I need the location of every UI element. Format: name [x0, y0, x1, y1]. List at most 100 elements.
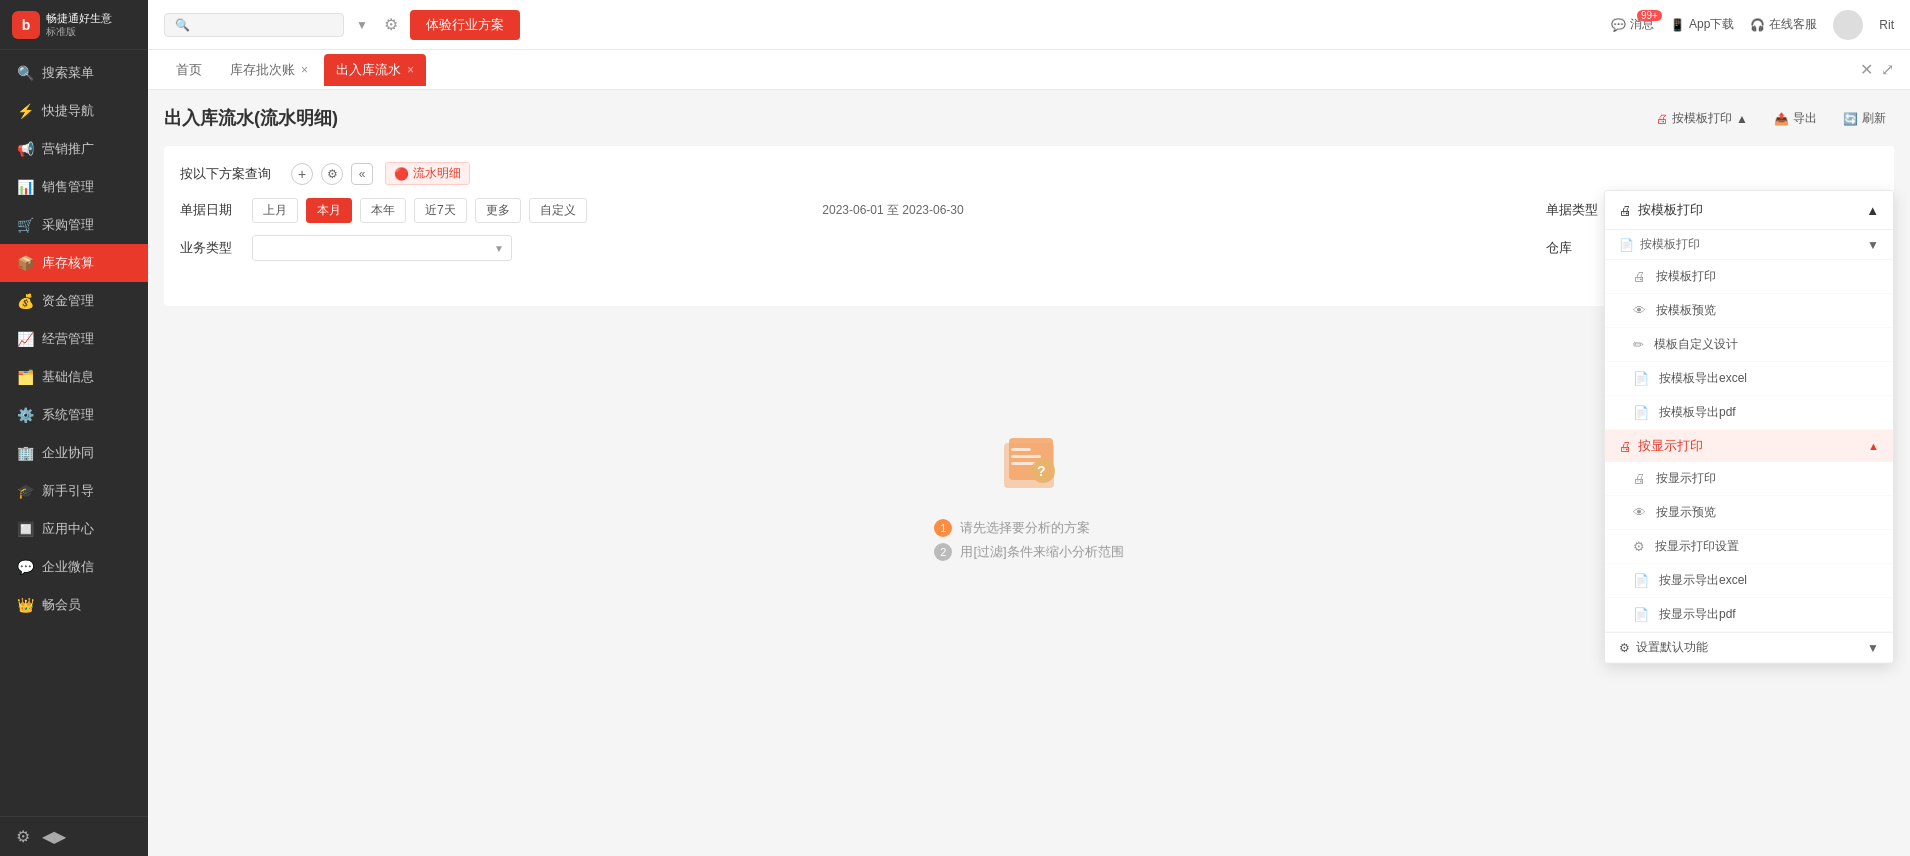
filter-settings-btn[interactable]: ⚙: [321, 163, 343, 185]
print-label: 按模板打印: [1672, 110, 1732, 127]
sidebar-icon-marketing: 📢: [16, 140, 34, 158]
main-area: 🔍 ▼ ⚙ 体验行业方案 💬 消息 99+ 📱 App下载 🎧 在线客服 Rit: [148, 0, 1910, 856]
display-pdf-icon: 📄: [1633, 607, 1649, 622]
search-input[interactable]: [196, 18, 333, 32]
svg-rect-2: [1011, 448, 1031, 451]
sidebar-item-enterprise[interactable]: 🏢 企业协同: [0, 434, 148, 472]
print-dropdown-panel: 🖨 按模板打印 ▲ 📄 按模板打印 ▼ 🖨 按模板打印 👁: [1604, 190, 1894, 664]
online-service-btn[interactable]: 🎧 在线客服: [1750, 16, 1817, 33]
sidebar-icon-purchase: 🛒: [16, 216, 34, 234]
dropdown-chevron-up[interactable]: ▲: [1866, 203, 1879, 218]
sidebar-item-wecom[interactable]: 💬企业微信: [0, 548, 148, 586]
sidebar-item-guide[interactable]: 🎓新手引导: [0, 472, 148, 510]
date-btn-近7天[interactable]: 近7天: [414, 198, 467, 223]
date-btn-本年[interactable]: 本年: [360, 198, 406, 223]
default-arrow[interactable]: ▼: [1867, 641, 1879, 655]
sidebar-label-quick-nav: 快捷导航: [42, 102, 94, 120]
business-type-input[interactable]: [252, 235, 512, 261]
dropdown-header: 🖨 按模板打印 ▲: [1605, 191, 1893, 230]
dropdown-item-template-print[interactable]: 🖨 按模板打印: [1605, 260, 1893, 294]
filter-header-row: 按以下方案查询 + ⚙ « 🔴 流水明细: [180, 162, 1878, 185]
empty-step-2: 2 用[过滤]条件来缩小分析范围: [934, 543, 1123, 561]
app-download-btn[interactable]: 📱 App下载: [1670, 16, 1734, 33]
window-close-btn[interactable]: ✕: [1860, 60, 1873, 79]
sidebar-item-purchase[interactable]: 🛒采购管理: [0, 206, 148, 244]
sidebar-icon-enterprise: 🏢: [16, 444, 34, 462]
default-label: ⚙ 设置默认功能: [1619, 639, 1708, 656]
tab-close-flow[interactable]: ×: [407, 63, 414, 77]
user-avatar[interactable]: [1833, 10, 1863, 40]
export-icon: 📤: [1774, 112, 1789, 126]
date-btn-自定义[interactable]: 自定义: [529, 198, 587, 223]
tag-label: 流水明细: [413, 165, 461, 182]
service-label: 在线客服: [1769, 16, 1817, 33]
dropdown-item-template-pdf[interactable]: 📄 按模板导出pdf: [1605, 396, 1893, 430]
tabs-bar: 首页库存批次账×出入库流水× ✕ ⤢: [148, 50, 1910, 90]
sidebar-item-member[interactable]: 👑畅会员: [0, 586, 148, 624]
dropdown-item-display-print[interactable]: 🖨 按显示打印: [1605, 462, 1893, 496]
sidebar-icon-search: 🔍: [16, 64, 34, 82]
message-btn[interactable]: 💬 消息 99+: [1611, 16, 1654, 33]
sidebar-item-finance[interactable]: 💰资金管理: [0, 282, 148, 320]
refresh-label: 刷新: [1862, 110, 1886, 127]
sidebar-item-apps[interactable]: 🔲应用中心: [0, 510, 148, 548]
sidebar-item-marketing[interactable]: 📢营销推广: [0, 130, 148, 168]
sidebar-item-search[interactable]: 🔍 搜索菜单: [0, 54, 148, 92]
tab-label-batch: 库存批次账: [230, 61, 295, 79]
tab-batch[interactable]: 库存批次账 ×: [218, 54, 320, 86]
date-btn-上月[interactable]: 上月: [252, 198, 298, 223]
sidebar-label-finance: 资金管理: [42, 292, 94, 310]
step1-num: 1: [934, 519, 952, 537]
export-btn[interactable]: 📤 导出: [1766, 106, 1825, 131]
sidebar-item-basics[interactable]: 🗂️基础信息: [0, 358, 148, 396]
business-type-label: 业务类型: [180, 239, 240, 257]
sidebar-item-inventory[interactable]: 📦库存核算: [0, 244, 148, 282]
filter-label: 按以下方案查询: [180, 165, 271, 183]
current-arrow[interactable]: ▼: [1867, 238, 1879, 252]
settings-icon[interactable]: ⚙: [16, 827, 30, 846]
sidebar-label-enterprise: 企业协同: [42, 444, 94, 462]
topbar: 🔍 ▼ ⚙ 体验行业方案 💬 消息 99+ 📱 App下载 🎧 在线客服 Rit: [148, 0, 1910, 50]
date-btn-更多[interactable]: 更多: [475, 198, 521, 223]
current-icon: 📄: [1619, 238, 1634, 252]
filter-add-btn[interactable]: +: [291, 163, 313, 185]
print-template-btn[interactable]: 🖨 按模板打印 ▲: [1648, 106, 1756, 131]
dropdown-item-display-settings[interactable]: ⚙ 按显示打印设置: [1605, 530, 1893, 564]
filter-collapse-btn[interactable]: «: [351, 163, 373, 185]
sidebar-label-sales: 销售管理: [42, 178, 94, 196]
tab-close-batch[interactable]: ×: [301, 63, 308, 77]
sidebar-item-quick-nav[interactable]: ⚡快捷导航: [0, 92, 148, 130]
refresh-btn[interactable]: 🔄 刷新: [1835, 106, 1894, 131]
collapse-icon[interactable]: ◀▶: [42, 827, 66, 846]
sidebar-label-inventory: 库存核算: [42, 254, 94, 272]
flow-tag: 🔴 流水明细: [385, 162, 470, 185]
dropdown-item-template-custom[interactable]: ✏ 模板自定义设计: [1605, 328, 1893, 362]
dropdown-item-display-excel[interactable]: 📄 按显示导出excel: [1605, 564, 1893, 598]
sidebar-item-operations[interactable]: 📈经营管理: [0, 320, 148, 358]
app-logo: b 畅捷通好生意 标准版: [0, 0, 148, 50]
experience-btn[interactable]: 体验行业方案: [410, 10, 520, 40]
sidebar-icon-basics: 🗂️: [16, 368, 34, 386]
item-preview-icon: 👁: [1633, 303, 1646, 318]
username-label[interactable]: Rit: [1879, 18, 1894, 32]
dropdown-current-section: 📄 按模板打印 ▼: [1605, 230, 1893, 260]
dropdown-item-display-preview[interactable]: 👁 按显示预览: [1605, 496, 1893, 530]
sidebar-item-sales[interactable]: 📊销售管理: [0, 168, 148, 206]
tab-flow[interactable]: 出入库流水×: [324, 54, 426, 86]
dropdown-header-label: 🖨 按模板打印: [1619, 201, 1703, 219]
sidebar-label-search: 搜索菜单: [42, 64, 94, 82]
sidebar-item-system[interactable]: ⚙️系统管理: [0, 396, 148, 434]
item-template-excel-label: 按模板导出excel: [1659, 370, 1747, 387]
sidebar-footer: ⚙ ◀▶: [0, 816, 148, 856]
search-chevron-icon[interactable]: ▼: [356, 18, 368, 32]
dropdown-item-display-pdf[interactable]: 📄 按显示导出pdf: [1605, 598, 1893, 632]
item-custom-icon: ✏: [1633, 337, 1644, 352]
date-btn-本月[interactable]: 本月: [306, 198, 352, 223]
settings-gear-icon[interactable]: ⚙: [384, 15, 398, 34]
dropdown-print-icon: 🖨: [1619, 203, 1632, 218]
tab-home[interactable]: 首页: [164, 54, 214, 86]
dropdown-item-template-excel[interactable]: 📄 按模板导出excel: [1605, 362, 1893, 396]
dropdown-display-section-title[interactable]: 🖨 按显示打印 ▲: [1605, 430, 1893, 462]
window-max-btn[interactable]: ⤢: [1881, 60, 1894, 79]
dropdown-item-template-preview[interactable]: 👁 按模板预览: [1605, 294, 1893, 328]
